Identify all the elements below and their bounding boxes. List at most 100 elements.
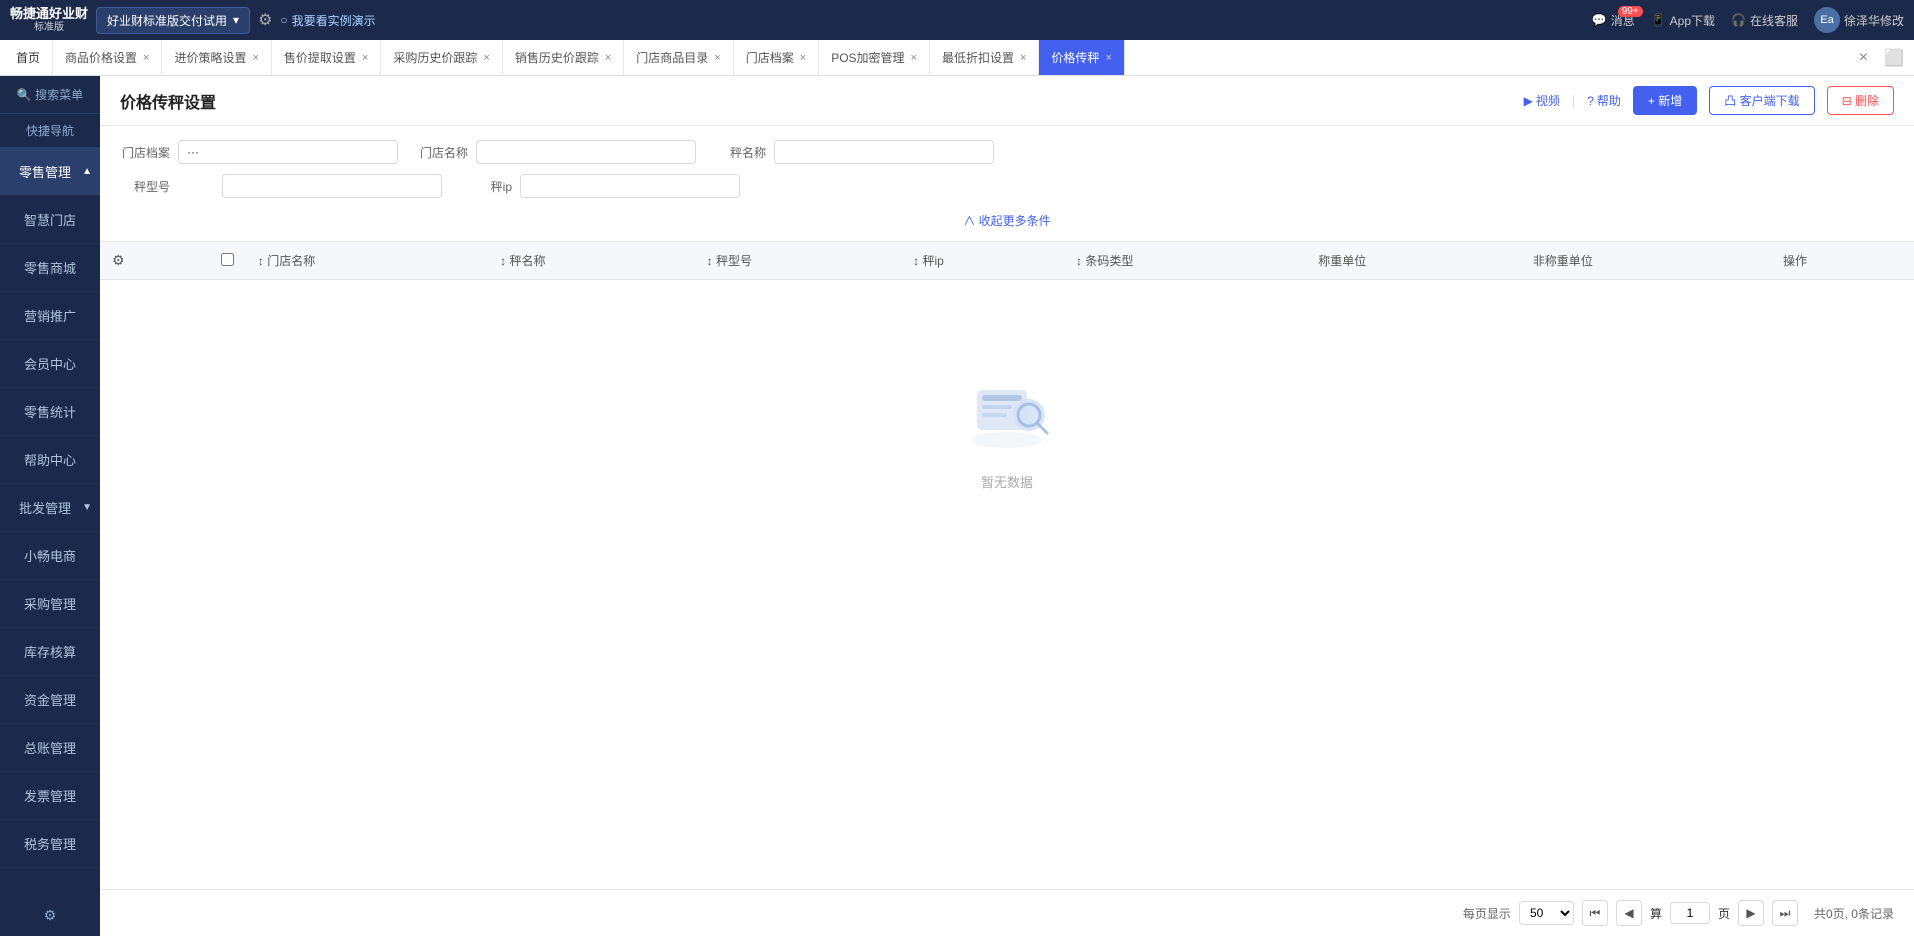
sidebar-item-smart-store[interactable]: 智慧门店 xyxy=(0,196,100,244)
tab-price-transfer[interactable]: 价格传秤× xyxy=(1039,40,1124,76)
sidebar-items-container: 零售管理▲智慧门店零售商城营销推广会员中心零售统计帮助中心批发管理▼小畅电商采购… xyxy=(0,148,100,868)
help-link[interactable]: ? 帮助 xyxy=(1587,92,1621,109)
maximize-button[interactable]: ⬜ xyxy=(1878,46,1910,70)
search-icon: 🔍 xyxy=(17,88,32,102)
sidebar-item-purchase[interactable]: 采购管理 xyxy=(0,580,100,628)
settings-icon[interactable]: ⚙ xyxy=(258,10,272,30)
sidebar-quick-nav[interactable]: 快捷导航 xyxy=(0,114,100,148)
tab-close-icon[interactable]: × xyxy=(800,52,806,64)
next-page-button[interactable]: ▶ xyxy=(1738,900,1764,926)
tab-close-icon[interactable]: × xyxy=(483,52,489,64)
tab-close-icon[interactable]: × xyxy=(252,52,258,64)
sidebar-item-wholesale[interactable]: 批发管理▼ xyxy=(0,484,100,532)
sidebar-item-finance[interactable]: 资金管理 xyxy=(0,676,100,724)
last-page-button[interactable]: ⏭ xyxy=(1772,900,1798,926)
scale-model-input[interactable] xyxy=(222,174,442,198)
th-scale-name: ↕ 秤名称 xyxy=(488,242,695,280)
data-table: ⚙ ↕ 门店名称 ↕ 秤名称 ↕ 秤型号 xyxy=(100,242,1914,280)
video-icon: ▶ xyxy=(1524,94,1533,108)
sidebar-item-retail-stats[interactable]: 零售统计 xyxy=(0,388,100,436)
store-name-input[interactable] xyxy=(476,140,696,164)
th-settings[interactable]: ⚙ xyxy=(100,242,209,280)
store-profile-select[interactable]: ··· xyxy=(178,140,398,164)
online-service-label: 在线客服 xyxy=(1750,12,1798,29)
tab-pos-encrypt[interactable]: POS加密管理× xyxy=(819,40,930,76)
sidebar-item-general-ledger[interactable]: 总账管理 xyxy=(0,724,100,772)
filter-row-2: 秤型号 秤ip xyxy=(120,174,1894,198)
sidebar-item-member[interactable]: 会员中心 xyxy=(0,340,100,388)
th-weight-unit-label: 称重单位 xyxy=(1318,252,1366,269)
video-link[interactable]: ▶ 视频 xyxy=(1524,92,1560,109)
avatar: Ea xyxy=(1814,7,1840,33)
th-actions: 操作 xyxy=(1771,242,1914,280)
delete-button[interactable]: ⊟ 删除 xyxy=(1827,86,1894,115)
sidebar-item-label: 零售商城 xyxy=(8,258,92,277)
sidebar-item-tax[interactable]: 税务管理 xyxy=(0,820,100,868)
user-area[interactable]: Ea 徐泽华修改 xyxy=(1814,7,1904,33)
logo-area: 畅捷通好业财 标准版 xyxy=(10,6,88,34)
download-label: 凸 客户端下载 xyxy=(1724,92,1799,109)
close-all-tabs-button[interactable]: × xyxy=(1853,47,1874,69)
per-page-select[interactable]: 50 10 20 100 xyxy=(1519,901,1574,925)
tab-close-icon[interactable]: × xyxy=(605,52,611,64)
tab-close-icon[interactable]: × xyxy=(1020,52,1026,64)
sidebar-settings-button[interactable]: ⚙ xyxy=(0,895,100,936)
store-name-label: 门店名称 xyxy=(418,144,468,161)
tab-purchase-strategy[interactable]: 进价策略设置× xyxy=(162,40,271,76)
tab-sale-history[interactable]: 销售历史价跟踪× xyxy=(503,40,624,76)
prev-page-button[interactable]: ◀ xyxy=(1616,900,1642,926)
sidebar-search[interactable]: 🔍 搜索菜单 xyxy=(0,76,100,114)
message-badge: 99+ xyxy=(1618,6,1643,17)
sidebar-item-retail[interactable]: 零售管理▲ xyxy=(0,148,100,196)
th-non-weight-unit: 非称重单位 xyxy=(1521,242,1771,280)
chevron-icon: ▼ xyxy=(82,502,92,513)
tab-home[interactable]: 首页 xyxy=(4,40,53,76)
th-weight-unit: 称重单位 xyxy=(1306,242,1520,280)
tab-store-profile[interactable]: 门店档案× xyxy=(734,40,819,76)
scale-model-label: 秤型号 xyxy=(120,178,170,195)
page-header: 价格传秤设置 ▶ 视频 | ? 帮助 + 新增 凸 客户端下载 ⊟ xyxy=(100,76,1914,126)
first-page-button[interactable]: ⏮ xyxy=(1582,900,1608,926)
tab-close-icon[interactable]: × xyxy=(143,52,149,64)
download-button[interactable]: 凸 客户端下载 xyxy=(1709,86,1814,115)
sidebar-item-ecommerce[interactable]: 小畅电商 xyxy=(0,532,100,580)
tab-close-icon[interactable]: × xyxy=(714,52,720,64)
collapse-label: ∧ 收起更多条件 xyxy=(963,212,1050,229)
sidebar-item-label: 小畅电商 xyxy=(8,546,92,565)
sidebar-item-help[interactable]: 帮助中心 xyxy=(0,436,100,484)
tab-min-discount[interactable]: 最低折扣设置× xyxy=(930,40,1039,76)
page-number-input[interactable] xyxy=(1670,902,1710,924)
sidebar-item-label: 批发管理 xyxy=(8,498,82,517)
demo-link[interactable]: ○ 我要看实例演示 xyxy=(280,12,375,29)
message-button[interactable]: 💬 消息 99+ xyxy=(1592,12,1635,29)
sidebar-item-marketing[interactable]: 营销推广 xyxy=(0,292,100,340)
sidebar-item-label: 零售管理 xyxy=(8,162,82,181)
app-download-icon: 📱 xyxy=(1651,13,1666,27)
scale-ip-input[interactable] xyxy=(520,174,740,198)
select-all-checkbox[interactable] xyxy=(221,253,234,266)
th-scale-model: ↕ 秤型号 xyxy=(695,242,902,280)
tab-store-catalog[interactable]: 门店商品目录× xyxy=(624,40,733,76)
filter-area: 门店档案 ··· 门店名称 秤名称 秤型号 xyxy=(100,126,1914,242)
tab-close-icon[interactable]: × xyxy=(911,52,917,64)
th-barcode-type: ↕ 条码类型 xyxy=(1064,242,1306,280)
content-area: 价格传秤设置 ▶ 视频 | ? 帮助 + 新增 凸 客户端下载 ⊟ xyxy=(100,76,1914,936)
sidebar-item-label: 总账管理 xyxy=(8,738,92,757)
sidebar-item-invoice[interactable]: 发票管理 xyxy=(0,772,100,820)
app-download-button[interactable]: 📱 App下载 xyxy=(1651,12,1715,29)
sidebar-item-inventory[interactable]: 库存核算 xyxy=(0,628,100,676)
th-scale-model-label: ↕ 秤型号 xyxy=(707,252,752,269)
tab-purchase-history[interactable]: 采购历史价跟踪× xyxy=(381,40,502,76)
add-button[interactable]: + 新增 xyxy=(1633,86,1697,115)
tab-end-buttons: ×⬜ xyxy=(1853,46,1910,70)
collapse-button[interactable]: ∧ 收起更多条件 xyxy=(963,212,1050,229)
online-service-button[interactable]: 🎧 在线客服 xyxy=(1731,12,1798,29)
sidebar-item-retail-mall[interactable]: 零售商城 xyxy=(0,244,100,292)
collapse-row: ∧ 收起更多条件 xyxy=(120,208,1894,233)
tab-close-icon[interactable]: × xyxy=(1105,52,1111,64)
scale-name-input[interactable] xyxy=(774,140,994,164)
tab-close-icon[interactable]: × xyxy=(362,52,368,64)
tab-sale-price[interactable]: 售价提取设置× xyxy=(272,40,381,76)
version-selector[interactable]: 好业财标准版交付试用 ▾ xyxy=(96,7,250,34)
tab-price-setting[interactable]: 商品价格设置× xyxy=(53,40,162,76)
